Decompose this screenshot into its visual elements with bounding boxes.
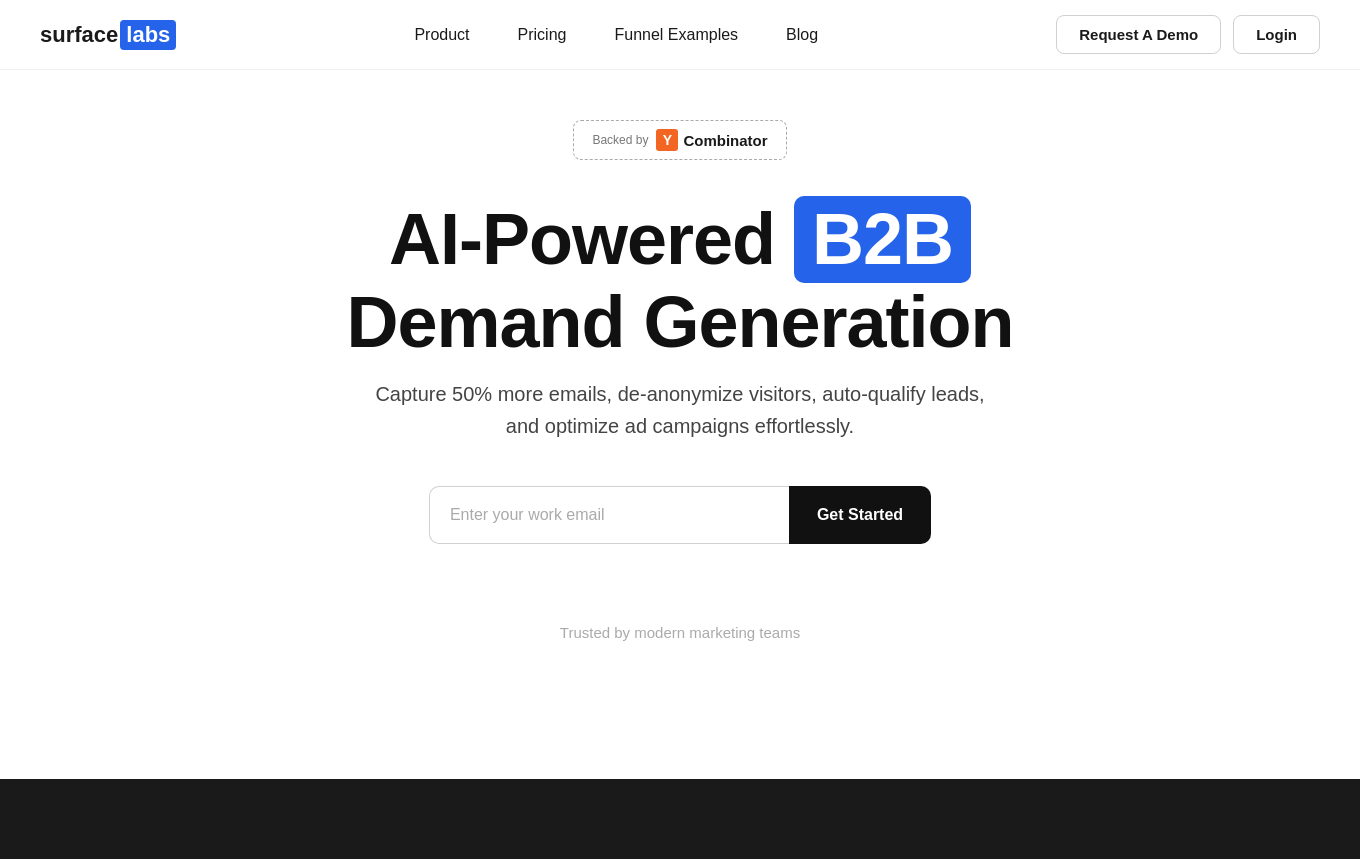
nav-funnel-examples[interactable]: Funnel Examples [594, 18, 758, 52]
yc-badge: Backed by Y Combinator [573, 120, 786, 160]
logo[interactable]: surfacelabs [40, 20, 176, 50]
yc-backed-text: Backed by [592, 133, 648, 147]
headline-line2: Demand Generation [346, 283, 1013, 362]
nav-product[interactable]: Product [394, 18, 489, 52]
yc-logo: Y Combinator [656, 129, 767, 151]
main-headline: AI-Powered B2B Demand Generation [346, 196, 1013, 362]
request-demo-button[interactable]: Request A Demo [1056, 15, 1221, 54]
navbar-right: Request A Demo Login [1056, 15, 1320, 54]
login-button[interactable]: Login [1233, 15, 1320, 54]
get-started-button[interactable]: Get Started [789, 486, 931, 544]
yc-combinator-text: Combinator [683, 132, 767, 149]
nav-blog[interactable]: Blog [766, 18, 838, 52]
navbar-center: Product Pricing Funnel Examples Blog [394, 18, 838, 52]
logo-surface-text: surface [40, 22, 118, 48]
subheadline: Capture 50% more emails, de-anonymize vi… [370, 378, 990, 442]
headline-ai-powered: AI-Powered [389, 199, 775, 279]
dark-footer-strip [0, 779, 1360, 859]
nav-pricing[interactable]: Pricing [498, 18, 587, 52]
logo-labs-text: labs [120, 20, 176, 50]
page-wrapper: surfacelabs Product Pricing Funnel Examp… [0, 0, 1360, 859]
hero-section: Backed by Y Combinator AI-Powered B2B De… [0, 70, 1360, 681]
trusted-text: Trusted by modern marketing teams [560, 624, 800, 641]
email-input[interactable] [429, 486, 789, 544]
yc-y-letter: Y [656, 129, 678, 151]
headline-line1: AI-Powered B2B [346, 196, 1013, 283]
headline-b2b: B2B [794, 196, 971, 283]
navbar-left: surfacelabs [40, 20, 176, 50]
navbar: surfacelabs Product Pricing Funnel Examp… [0, 0, 1360, 70]
cta-row: Get Started [429, 486, 931, 544]
